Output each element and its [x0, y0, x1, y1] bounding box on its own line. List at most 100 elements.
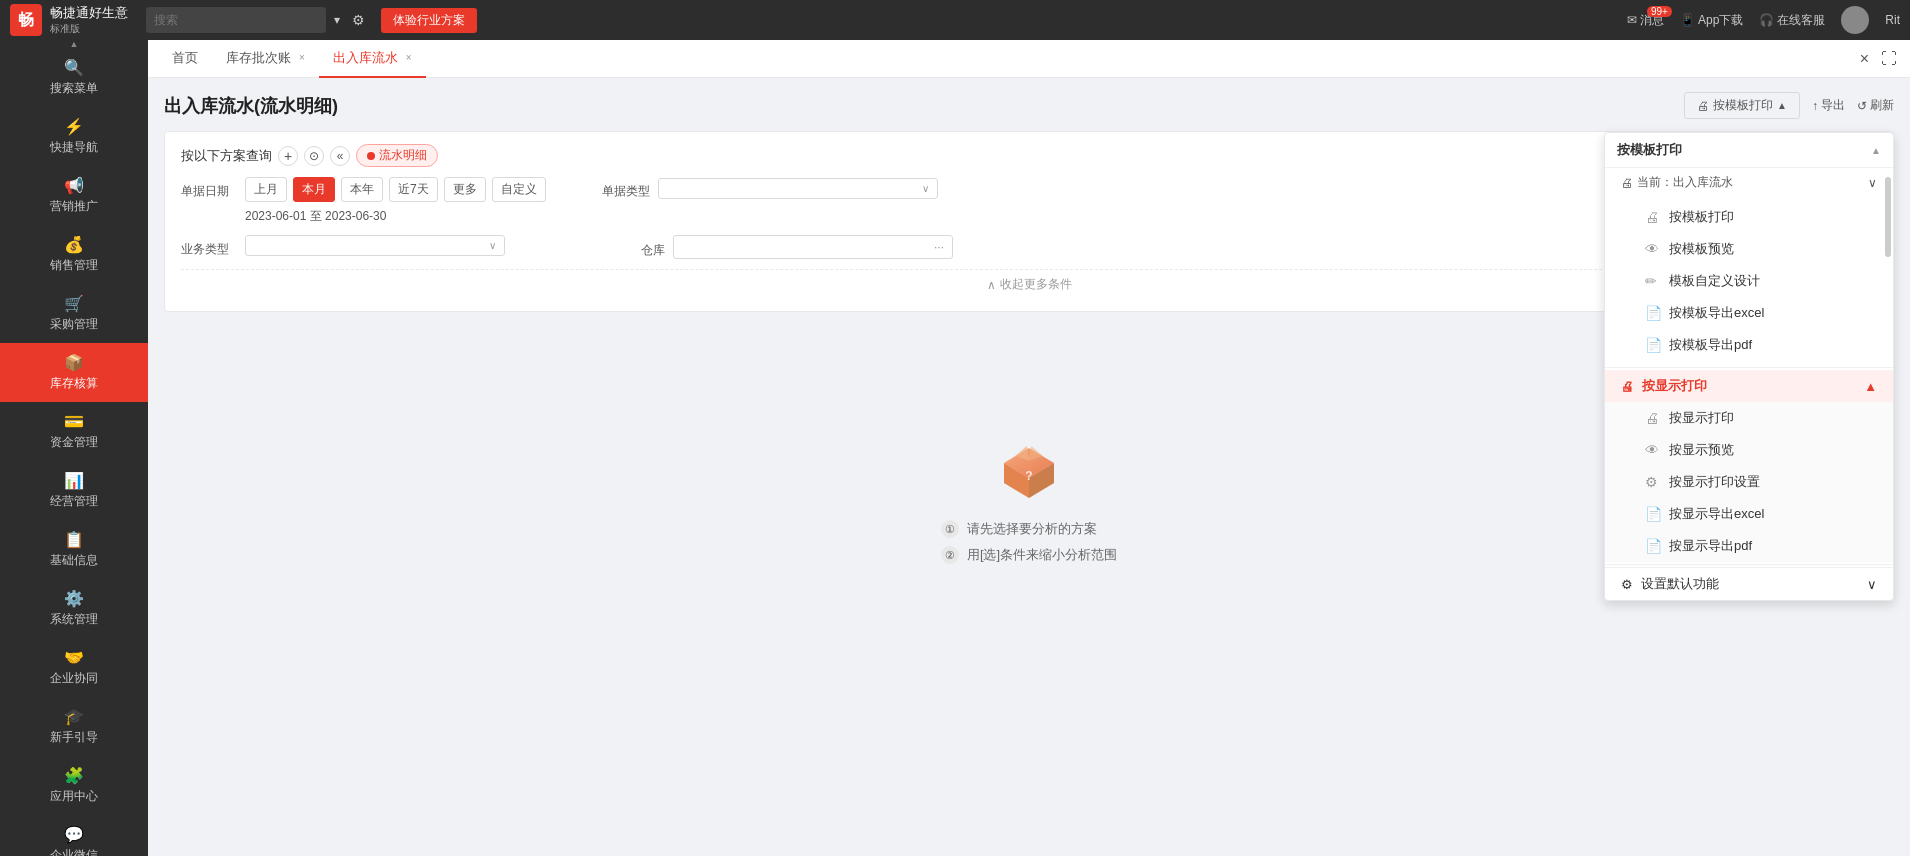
date-btn-this-month[interactable]: 本月 [293, 177, 335, 202]
sidebar-item-quicknav[interactable]: ⚡ 快捷导航 [0, 107, 148, 166]
newbie-icon: 🎓 [64, 707, 84, 726]
dropdown-display-section-header[interactable]: 🖨 按显示打印 ▲ [1605, 370, 1893, 402]
sidebar-scroll-up[interactable]: ▲ [0, 40, 148, 48]
dropdown-display-export-excel[interactable]: 📄 按显示导出excel [1605, 498, 1893, 530]
warehouse-label: 仓库 [641, 236, 665, 259]
current-printer-icon: 🖨 [1621, 176, 1633, 190]
export-button[interactable]: ↑ 导出 [1812, 97, 1845, 114]
topbar: 畅 畅捷通好生意 标准版 ▾ ⚙ 体验行业方案 ✉ 消息 99+ 📱 App下载… [0, 0, 1910, 40]
dropdown-header-arrow[interactable]: ▲ [1871, 145, 1881, 156]
sidebar-item-sales[interactable]: 💰 销售管理 [0, 225, 148, 284]
sidebar-item-basic[interactable]: 📋 基础信息 [0, 520, 148, 579]
app-download-icon: 📱 [1680, 13, 1695, 27]
sidebar-item-marketing[interactable]: 📢 营销推广 [0, 166, 148, 225]
warehouse-select[interactable]: ··· [673, 235, 953, 259]
refresh-button[interactable]: ↺ 刷新 [1857, 97, 1894, 114]
page-content: 出入库流水(流水明细) 🖨 按模板打印 ▲ ↑ 导出 ↺ 刷新 [148, 78, 1910, 856]
display-excel-icon: 📄 [1645, 506, 1661, 522]
sidebar-item-newbie[interactable]: 🎓 新手引导 [0, 697, 148, 756]
dropdown-footer-set-default[interactable]: ⚙ 设置默认功能 ∨ [1605, 567, 1893, 600]
warehouse-more[interactable]: ··· [934, 240, 944, 254]
date-btn-7days[interactable]: 近7天 [389, 177, 438, 202]
dropdown-display-print-settings[interactable]: ⚙ 按显示打印设置 [1605, 466, 1893, 498]
search-settings-button[interactable]: ⊙ [304, 146, 324, 166]
tab-close-window-button[interactable]: × [1857, 47, 1872, 71]
step-1-num: ① [941, 520, 959, 538]
search-dropdown-arrow[interactable]: ▾ [334, 13, 340, 27]
sidebar-item-operations[interactable]: 📊 经营管理 [0, 461, 148, 520]
bill-type-select[interactable]: ∨ [658, 178, 938, 199]
date-label: 单据日期 [181, 177, 229, 200]
main-layout: ▲ 🔍 搜索菜单 ⚡ 快捷导航 📢 营销推广 💰 销售管理 🛒 采购管理 📦 库… [0, 40, 1910, 856]
industry-solution-button[interactable]: 体验行业方案 [381, 8, 477, 33]
template-print-button[interactable]: 🖨 按模板打印 ▲ [1684, 92, 1800, 119]
empty-box-icon: ? [984, 418, 1074, 508]
username-label: Rit [1885, 13, 1900, 27]
page-header: 出入库流水(流水明细) 🖨 按模板打印 ▲ ↑ 导出 ↺ 刷新 [164, 92, 1894, 119]
display-preview-icon: 👁 [1645, 442, 1661, 458]
date-btn-this-year[interactable]: 本年 [341, 177, 383, 202]
sidebar-item-apps[interactable]: 🧩 应用中心 [0, 756, 148, 815]
date-buttons-row: 上月 本月 本年 近7天 更多 自定义 [245, 177, 546, 202]
sidebar-item-finance[interactable]: 💳 资金管理 [0, 402, 148, 461]
online-service-button[interactable]: 🎧 在线客服 [1759, 12, 1825, 29]
date-btn-more[interactable]: 更多 [444, 177, 486, 202]
filter-tag[interactable]: 流水明细 [356, 144, 438, 167]
tab-flow-close[interactable]: × [406, 52, 412, 63]
operations-icon: 📊 [64, 471, 84, 490]
system-icon: ⚙️ [64, 589, 84, 608]
sidebar-item-wechat[interactable]: 💬 企业微信 [0, 815, 148, 856]
settings-icon[interactable]: ⚙ [352, 12, 365, 28]
brand-name: 畅捷通好生意 标准版 [50, 4, 128, 36]
dropdown-template-preview[interactable]: 👁 按模板预览 [1605, 233, 1893, 265]
message-icon: ✉ [1627, 13, 1637, 27]
sidebar-item-purchase[interactable]: 🛒 采购管理 [0, 284, 148, 343]
dropdown-template-export-excel[interactable]: 📄 按模板导出excel [1605, 297, 1893, 329]
chevron-up-icon: ▲ [1777, 100, 1787, 111]
tab-flow[interactable]: 出入库流水 × [319, 40, 426, 78]
sidebar-item-inventory[interactable]: 📦 库存核算 [0, 343, 148, 402]
empty-step-2: ② 用[选]条件来缩小分析范围 [941, 546, 1117, 564]
dropdown-display-preview[interactable]: 👁 按显示预览 [1605, 434, 1893, 466]
search-section-title: 按以下方案查询 [181, 147, 272, 165]
tab-batch-close[interactable]: × [299, 52, 305, 63]
messages-button[interactable]: ✉ 消息 99+ [1627, 12, 1664, 29]
avatar[interactable] [1841, 6, 1869, 34]
search-collapse-button[interactable]: « [330, 146, 350, 166]
dropdown-template-custom[interactable]: ✏ 模板自定义设计 [1605, 265, 1893, 297]
sidebar-item-search[interactable]: 🔍 搜索菜单 [0, 48, 148, 107]
headset-icon: 🎧 [1759, 13, 1774, 27]
tab-batch[interactable]: 库存批次账 × [212, 40, 319, 78]
display-settings-icon: ⚙ [1645, 474, 1661, 490]
date-btn-custom[interactable]: 自定义 [492, 177, 546, 202]
basic-icon: 📋 [64, 530, 84, 549]
printer-icon: 🖨 [1697, 99, 1709, 113]
sidebar-item-collab[interactable]: 🤝 企业协同 [0, 638, 148, 697]
set-default-icon: ⚙ [1621, 577, 1633, 592]
template-print-icon: 🖨 [1645, 209, 1661, 225]
wechat-icon: 💬 [64, 825, 84, 844]
search-input[interactable] [146, 7, 326, 33]
template-pdf-icon: 📄 [1645, 337, 1661, 353]
dropdown-template-export-pdf[interactable]: 📄 按模板导出pdf [1605, 329, 1893, 361]
filter-tag-dot [367, 152, 375, 160]
scroll-thumb[interactable] [1885, 177, 1891, 257]
dropdown-current-label[interactable]: 🖨 当前：出入库流水 ∨ [1605, 168, 1893, 197]
app-download-button[interactable]: 📱 App下载 [1680, 12, 1743, 29]
dropdown-title: 按模板打印 [1617, 141, 1682, 159]
content-area: 首页 库存批次账 × 出入库流水 × × ⛶ 出入库流水(流水明细) [148, 40, 1910, 856]
sidebar-item-system[interactable]: ⚙️ 系统管理 [0, 579, 148, 638]
dropdown-template-print[interactable]: 🖨 按模板打印 [1605, 201, 1893, 233]
dropdown-display-print[interactable]: 🖨 按显示打印 [1605, 402, 1893, 434]
sales-icon: 💰 [64, 235, 84, 254]
dropdown-header: 按模板打印 ▲ [1605, 133, 1893, 168]
marketing-icon: 📢 [64, 176, 84, 195]
date-btn-last-month[interactable]: 上月 [245, 177, 287, 202]
search-add-button[interactable]: + [278, 146, 298, 166]
bill-type-arrow: ∨ [922, 183, 929, 194]
tabs-bar: 首页 库存批次账 × 出入库流水 × × ⛶ [148, 40, 1910, 78]
tab-fullscreen-button[interactable]: ⛶ [1878, 47, 1900, 71]
dropdown-display-export-pdf[interactable]: 📄 按显示导出pdf [1605, 530, 1893, 562]
biz-type-select[interactable]: ∨ [245, 235, 505, 256]
tab-home[interactable]: 首页 [158, 40, 212, 78]
